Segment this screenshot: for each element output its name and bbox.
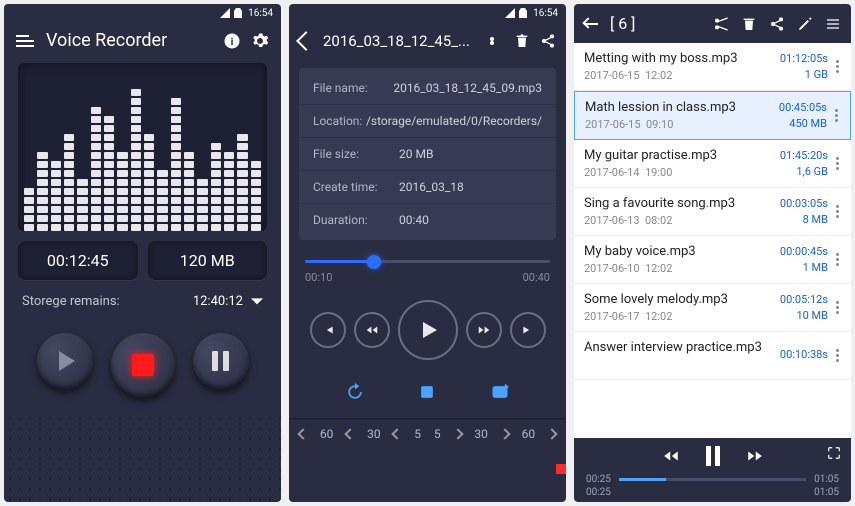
record-button[interactable] <box>111 333 175 397</box>
close-marker[interactable] <box>556 464 566 474</box>
replay-icon[interactable] <box>345 382 365 402</box>
next-track-button[interactable] <box>510 312 546 348</box>
repeat-icon[interactable] <box>490 382 510 402</box>
file-size: 120 MB <box>148 241 268 280</box>
status-bar: 16:54 <box>289 4 566 22</box>
mini-seek-bar[interactable] <box>619 478 806 481</box>
list-item[interactable]: Sing a favourite song.mp32017-06-13 08:0… <box>574 188 851 236</box>
file-info-card: File name:2016_03_18_12_45_09.mp3 Locati… <box>299 68 556 240</box>
skip-back-30[interactable] <box>345 428 356 439</box>
header-filename: 2016_03_18_12_45_... <box>323 32 478 50</box>
share-icon[interactable] <box>769 16 785 32</box>
list-item[interactable]: My baby voice.mp32017-06-10 12:0200:00:4… <box>574 236 851 284</box>
app-header: Voice Recorder i <box>4 22 281 59</box>
app-title: Voice Recorder <box>46 30 213 51</box>
more-icon[interactable] <box>834 301 841 314</box>
skip-fwd-5[interactable] <box>452 428 463 439</box>
file-list: Metting with my boss.mp32017-06-15 12:02… <box>574 43 851 438</box>
recorder-screen: 16:54 Voice Recorder i 00:12:45 120 MB S… <box>4 4 281 502</box>
storage-value: 12:40:12 <box>193 294 243 309</box>
list-item[interactable]: Answer interview practice.mp3 00:10:38s <box>574 332 851 380</box>
storage-label: Storege remains: <box>22 294 120 309</box>
more-icon[interactable] <box>834 157 841 170</box>
play-button[interactable] <box>398 300 458 360</box>
fullscreen-icon[interactable] <box>827 446 841 460</box>
more-icon[interactable] <box>834 349 841 362</box>
cut-icon[interactable] <box>713 16 729 32</box>
rewind-button[interactable] <box>354 312 390 348</box>
info-icon[interactable]: i <box>223 32 241 50</box>
menu-icon[interactable] <box>16 35 34 47</box>
skip-fwd-30[interactable] <box>499 428 510 439</box>
skip-back-5[interactable] <box>392 428 403 439</box>
skip-bar: 60 30 5 5 30 60 <box>289 418 566 449</box>
stop-icon[interactable] <box>417 382 437 402</box>
list-item[interactable]: My guitar practise.mp32017-06-14 19:0001… <box>574 140 851 188</box>
menu-icon[interactable] <box>825 16 841 32</box>
pause-button[interactable] <box>193 333 249 389</box>
mini-player: 00:25 01:05 00:25 01:05 <box>574 438 851 502</box>
status-bar: 16:54 <box>4 4 281 22</box>
library-screen: [ 6 ] Metting with my boss.mp32017-06-15… <box>574 4 851 502</box>
time-total: 00:40 <box>523 271 550 284</box>
seek-slider[interactable] <box>305 260 550 263</box>
more-icon[interactable] <box>834 60 841 73</box>
share-icon[interactable] <box>540 33 556 49</box>
svg-text:i: i <box>231 34 234 47</box>
delete-icon[interactable] <box>741 16 757 32</box>
list-item[interactable]: Metting with my boss.mp32017-06-15 12:02… <box>574 43 851 91</box>
more-icon[interactable] <box>834 253 841 266</box>
more-icon[interactable] <box>834 205 841 218</box>
selection-count: [ 6 ] <box>610 14 635 33</box>
prev-track-button[interactable] <box>310 312 346 348</box>
equalizer-visual <box>18 63 267 231</box>
delete-icon[interactable] <box>514 33 530 49</box>
pause-button[interactable] <box>706 446 720 466</box>
speaker-grille <box>4 413 281 502</box>
rewind-button[interactable] <box>662 447 680 465</box>
list-item[interactable]: Some lovely melody.mp32017-06-17 12:0200… <box>574 284 851 332</box>
skip-back-60[interactable] <box>297 428 308 439</box>
cut-icon[interactable] <box>488 33 504 49</box>
list-item[interactable]: Math lession in class.mp32017-06-15 09:1… <box>574 91 851 140</box>
forward-button[interactable] <box>466 312 502 348</box>
more-icon[interactable] <box>833 109 840 122</box>
settings-icon[interactable] <box>251 32 269 50</box>
elapsed-time: 00:12:45 <box>18 241 138 280</box>
play-button[interactable] <box>37 333 93 389</box>
chevron-down-icon[interactable] <box>251 296 263 308</box>
back-icon[interactable] <box>296 31 316 51</box>
playback-screen: 16:54 2016_03_18_12_45_... File name:201… <box>289 4 566 502</box>
forward-button[interactable] <box>746 447 764 465</box>
skip-fwd-60[interactable] <box>546 428 557 439</box>
edit-icon[interactable] <box>797 16 813 32</box>
time-current: 00:10 <box>305 271 332 284</box>
